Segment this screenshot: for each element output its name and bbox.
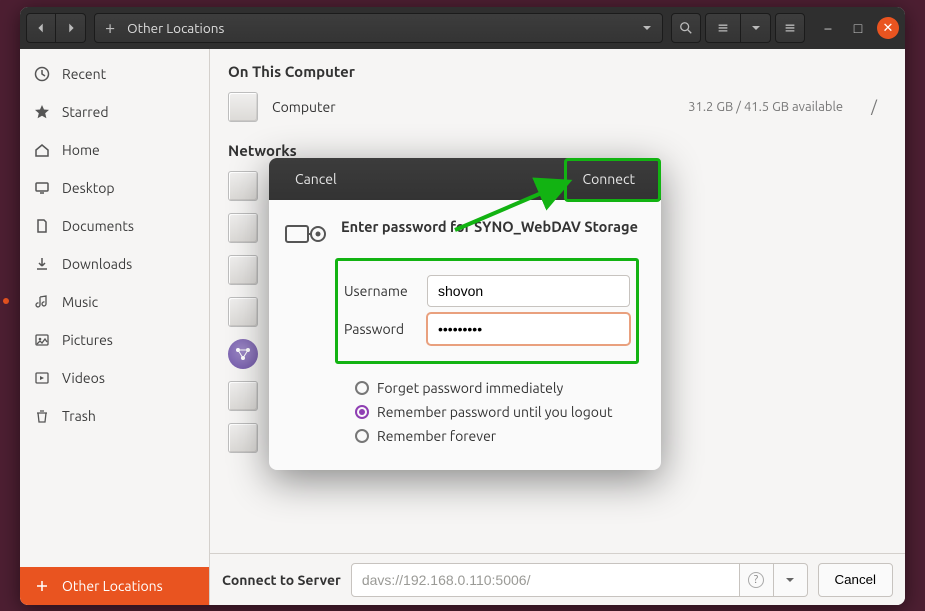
section-heading-computer: On This Computer xyxy=(228,63,887,80)
connect-cancel-button[interactable]: Cancel xyxy=(818,563,894,597)
root-path: / xyxy=(871,98,877,116)
nav-back-forward xyxy=(26,13,86,43)
sidebar-item-home[interactable]: Home xyxy=(20,131,209,169)
network-share-icon xyxy=(228,213,258,243)
view-options-button[interactable] xyxy=(741,13,771,43)
window-close-button[interactable]: ✕ xyxy=(877,17,899,39)
sidebar-item-music[interactable]: Music xyxy=(20,283,209,321)
sidebar-item-label: Downloads xyxy=(62,256,132,272)
network-share-icon xyxy=(228,255,258,285)
sidebar-item-downloads[interactable]: Downloads xyxy=(20,245,209,283)
sidebar-item-label: Desktop xyxy=(62,180,115,196)
header-bar: + Other Locations – □ ✕ xyxy=(20,7,905,49)
nav-forward-button[interactable] xyxy=(56,13,86,43)
dialog-cancel-button[interactable]: Cancel xyxy=(269,158,465,200)
connect-to-server-bar: Connect to Server ? Cancel xyxy=(210,553,905,605)
key-icon xyxy=(285,220,327,248)
network-share-icon xyxy=(228,297,258,327)
dialog-title: Enter password for SYNO_WebDAV Storage xyxy=(341,218,638,235)
option-forget[interactable]: Forget password immediately xyxy=(355,376,639,400)
remember-options: Forget password immediately Remember pas… xyxy=(355,376,639,448)
sidebar-item-label: Home xyxy=(62,142,100,158)
sidebar-item-other-locations[interactable]: Other Locations xyxy=(20,567,209,605)
places-sidebar: Recent Starred Home Desktop Documents Do… xyxy=(20,49,210,605)
sidebar-item-label: Recent xyxy=(62,66,106,82)
windows-network-icon xyxy=(228,339,258,369)
dialog-header: Cancel Connect xyxy=(269,158,661,200)
plus-icon: + xyxy=(105,18,115,38)
dialog-connect-button[interactable]: Connect xyxy=(465,158,661,200)
sidebar-item-label: Pictures xyxy=(62,332,113,348)
sidebar-item-label: Trash xyxy=(62,408,96,424)
view-list-button[interactable] xyxy=(705,13,741,43)
option-until-logout[interactable]: Remember password until you logout xyxy=(355,400,639,424)
server-history-dropdown[interactable] xyxy=(774,563,808,597)
sidebar-item-desktop[interactable]: Desktop xyxy=(20,169,209,207)
network-share-icon xyxy=(228,423,258,453)
hamburger-menu-button[interactable] xyxy=(775,13,805,43)
window-maximize-button[interactable]: □ xyxy=(847,17,869,39)
credentials-highlight: Username Password xyxy=(335,258,639,364)
computer-label: Computer xyxy=(272,99,336,115)
radio-icon xyxy=(355,405,369,419)
username-label: Username xyxy=(344,283,417,299)
password-input[interactable] xyxy=(427,313,630,345)
sidebar-item-videos[interactable]: Videos xyxy=(20,359,209,397)
path-label: Other Locations xyxy=(127,20,224,36)
section-heading-networks: Networks xyxy=(228,142,887,159)
sidebar-item-trash[interactable]: Trash xyxy=(20,397,209,435)
sidebar-item-label: Videos xyxy=(62,370,105,386)
network-share-icon xyxy=(228,381,258,411)
network-share-icon xyxy=(228,171,258,201)
server-help-button[interactable]: ? xyxy=(740,563,774,597)
sidebar-item-label: Music xyxy=(62,294,98,310)
server-address-input[interactable] xyxy=(351,563,740,597)
radio-icon xyxy=(355,429,369,443)
path-bar[interactable]: + Other Locations xyxy=(94,13,663,43)
connect-title: Connect to Server xyxy=(222,572,341,588)
sidebar-item-recent[interactable]: Recent xyxy=(20,55,209,93)
auth-dialog: Cancel Connect Enter password for SYNO_W… xyxy=(269,158,661,470)
sidebar-item-starred[interactable]: Starred xyxy=(20,93,209,131)
sidebar-item-label: Other Locations xyxy=(62,578,163,594)
available-space: 31.2 GB / 41.5 GB available xyxy=(688,100,843,114)
sidebar-item-pictures[interactable]: Pictures xyxy=(20,321,209,359)
computer-row[interactable]: Computer 31.2 GB / 41.5 GB available / xyxy=(228,86,887,128)
window-minimize-button[interactable]: – xyxy=(817,17,839,39)
sidebar-item-label: Starred xyxy=(62,104,109,120)
desktop-indicator-dot xyxy=(3,298,9,304)
drive-icon xyxy=(228,92,258,122)
option-forever[interactable]: Remember forever xyxy=(355,424,639,448)
nav-back-button[interactable] xyxy=(26,13,56,43)
sidebar-item-label: Documents xyxy=(62,218,134,234)
radio-icon xyxy=(355,381,369,395)
search-button[interactable] xyxy=(671,13,701,43)
sidebar-item-documents[interactable]: Documents xyxy=(20,207,209,245)
chevron-down-icon xyxy=(642,23,652,33)
username-input[interactable] xyxy=(427,275,630,307)
password-label: Password xyxy=(344,321,417,337)
